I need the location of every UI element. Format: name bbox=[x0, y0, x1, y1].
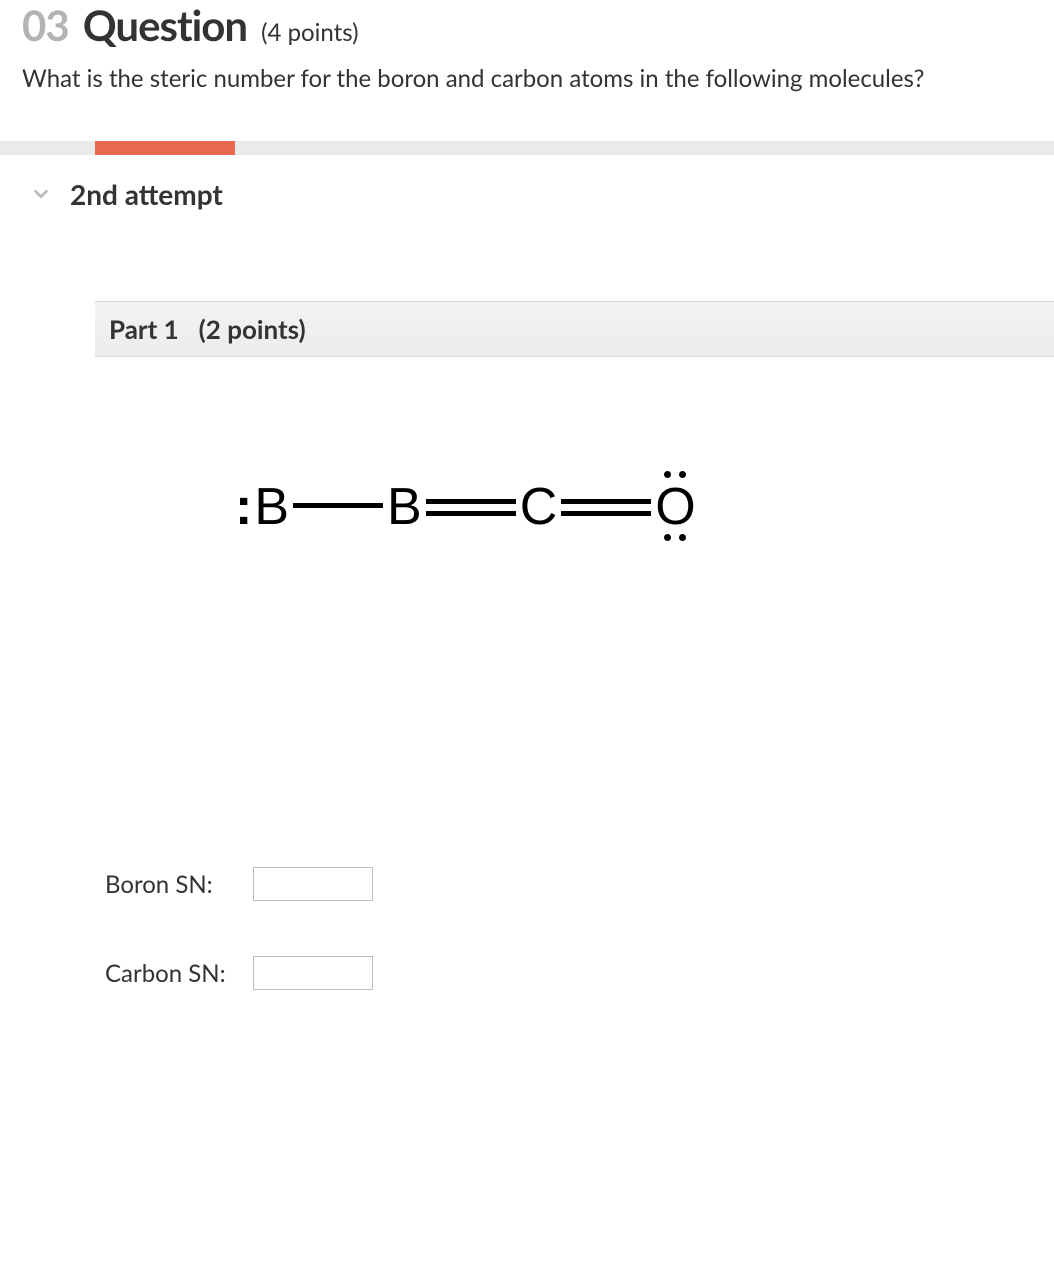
question-label: Question bbox=[83, 0, 247, 50]
lone-pair-bottom bbox=[664, 534, 686, 541]
bond-double-icon bbox=[426, 497, 516, 517]
carbon-row: Carbon SN: bbox=[105, 956, 1054, 990]
atom-b1: B bbox=[254, 477, 289, 537]
progress-fill bbox=[95, 141, 235, 155]
question-number: 03 bbox=[22, 0, 69, 50]
question-points: (4 points) bbox=[261, 18, 358, 47]
carbon-sn-input[interactable] bbox=[253, 956, 373, 990]
atom-b2: B bbox=[387, 477, 422, 537]
answer-inputs: Boron SN: Carbon SN: bbox=[105, 867, 1054, 990]
atom-o: O bbox=[655, 478, 695, 536]
boron-row: Boron SN: bbox=[105, 867, 1054, 901]
boron-sn-input[interactable] bbox=[253, 867, 373, 901]
bond-single-icon bbox=[293, 503, 383, 508]
question-prompt: What is the steric number for the boron … bbox=[22, 64, 1032, 93]
boron-label: Boron SN: bbox=[105, 870, 235, 899]
question-header: 03 Question (4 points) What is the steri… bbox=[0, 0, 1054, 111]
bond-double-icon bbox=[561, 497, 651, 517]
molecule-diagram: : B B C O bbox=[95, 477, 1054, 537]
lewis-structure: : B B C O bbox=[235, 477, 696, 537]
atom-c: C bbox=[520, 477, 558, 537]
atom-o-wrap: O bbox=[655, 477, 695, 537]
progress-bar bbox=[0, 141, 1054, 155]
attempt-label: 2nd attempt bbox=[70, 177, 223, 211]
part-header: Part 1 (2 points) bbox=[95, 301, 1054, 357]
carbon-label: Carbon SN: bbox=[105, 959, 235, 988]
lone-pair-left: : bbox=[235, 494, 252, 520]
chevron-down-icon bbox=[30, 183, 52, 205]
part-title: Part 1 bbox=[109, 313, 179, 345]
part-points: (2 points) bbox=[199, 313, 306, 345]
lone-pair-top bbox=[664, 471, 686, 478]
question-title-line: 03 Question (4 points) bbox=[22, 0, 1032, 50]
attempt-toggle[interactable]: 2nd attempt bbox=[0, 177, 1054, 211]
